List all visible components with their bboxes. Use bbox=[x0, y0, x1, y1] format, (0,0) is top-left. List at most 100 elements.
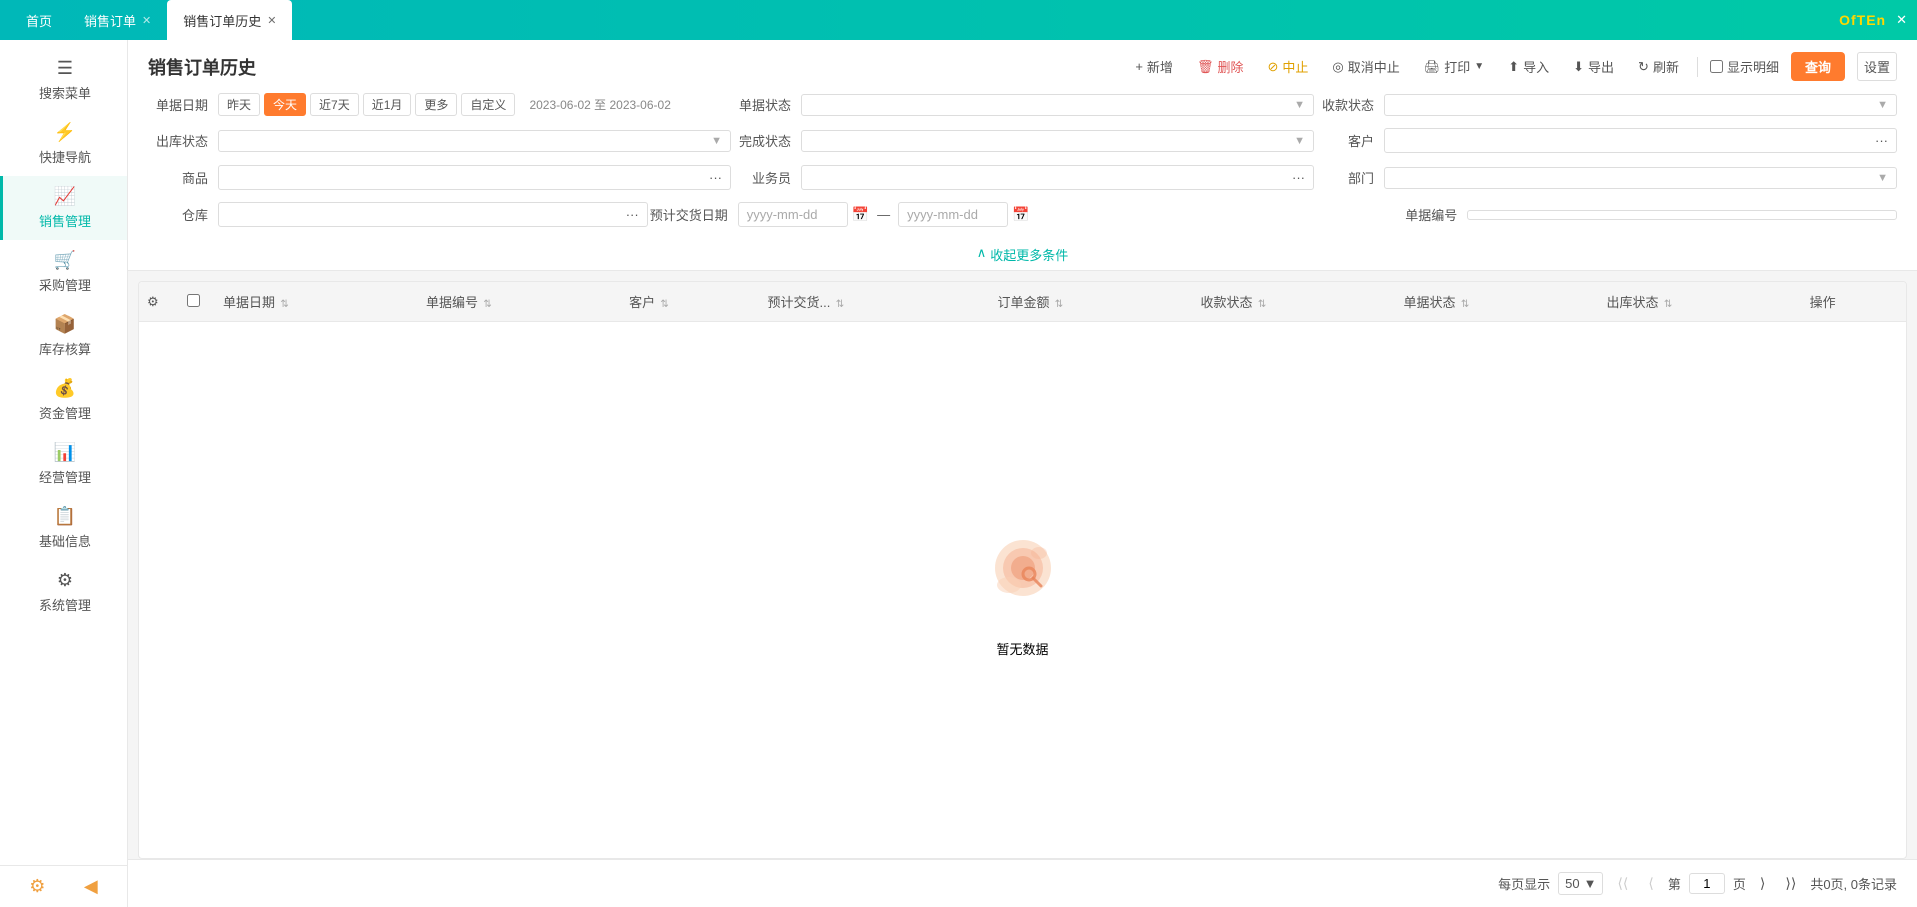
tab-home-label: 首页 bbox=[26, 11, 52, 30]
filter-row-1: 单据日期 昨天 今天 近7天 近1月 更多 自定义 2023-06-02 至 2… bbox=[148, 93, 1897, 116]
display-columns-checkbox[interactable] bbox=[1710, 60, 1723, 73]
page-suffix: 页 bbox=[1733, 874, 1746, 893]
date-btn-yesterday[interactable]: 昨天 bbox=[218, 93, 260, 116]
table-section: ⚙ 单据日期 ⇅ 单据编号 ⇅ bbox=[138, 281, 1907, 859]
collapse-sidebar-icon[interactable]: ◀ bbox=[84, 876, 98, 897]
add-button[interactable]: + 新增 bbox=[1129, 53, 1179, 80]
sidebar-item-inventory[interactable]: 📦 库存核算 bbox=[0, 304, 127, 368]
delivery-date-from-input[interactable]: yyyy-mm-dd bbox=[738, 202, 848, 227]
main-layout: ☰ 搜索菜单 ⚡ 快捷导航 📈 销售管理 🛒 采购管理 📦 库存核算 💰 资金管… bbox=[0, 40, 1917, 907]
export-button[interactable]: ⬇ 导出 bbox=[1567, 53, 1620, 80]
date-btn-1month[interactable]: 近1月 bbox=[363, 93, 412, 116]
customer-label: 客户 bbox=[1314, 131, 1384, 150]
salesperson-picker-btn[interactable]: ··· bbox=[1292, 170, 1305, 185]
col-action: 操作 bbox=[1802, 282, 1906, 322]
date-btn-custom[interactable]: 自定义 bbox=[461, 93, 515, 116]
sidebar-item-quick-nav[interactable]: ⚡ 快捷导航 bbox=[0, 112, 127, 176]
sidebar-basic-info-label: 基础信息 bbox=[39, 531, 91, 550]
sidebar-item-purchase[interactable]: 🛒 采购管理 bbox=[0, 240, 127, 304]
date-btn-today[interactable]: 今天 bbox=[264, 93, 306, 116]
tab-sales-order-history-label: 销售订单历史 bbox=[183, 11, 261, 30]
page-input[interactable] bbox=[1689, 873, 1725, 894]
col-amount-label: 订单金额 bbox=[997, 295, 1049, 310]
delivery-date-to-input[interactable]: yyyy-mm-dd bbox=[898, 202, 1008, 227]
filter-cell-warehouse: 仓库 ··· bbox=[148, 202, 648, 227]
sidebar-item-sales[interactable]: 📈 销售管理 bbox=[0, 176, 127, 240]
select-all-checkbox[interactable] bbox=[187, 294, 200, 307]
cancel-stop-button[interactable]: ◎ 取消中止 bbox=[1326, 53, 1405, 80]
page-label: 第 bbox=[1668, 874, 1681, 893]
col-out-status: 出库状态 ⇅ bbox=[1599, 282, 1802, 322]
sidebar-item-system[interactable]: ⚙ 系统管理 bbox=[0, 560, 127, 624]
basic-info-icon: 📋 bbox=[54, 506, 76, 527]
filter-section: 单据日期 昨天 今天 近7天 近1月 更多 自定义 2023-06-02 至 2… bbox=[148, 93, 1897, 270]
receipt-status-select[interactable]: ▼ bbox=[1384, 94, 1897, 116]
query-button[interactable]: 查询 bbox=[1791, 52, 1845, 81]
col-date-sort[interactable]: ⇅ bbox=[280, 299, 288, 310]
prev-page-btn[interactable]: ⟨ bbox=[1642, 872, 1659, 895]
tab-sales-order[interactable]: 销售订单 ✕ bbox=[68, 0, 167, 40]
sidebar-purchase-label: 采购管理 bbox=[39, 275, 91, 294]
last-page-btn[interactable]: ⟩⟩ bbox=[1779, 872, 1802, 895]
tab-sales-order-history-close[interactable]: ✕ bbox=[267, 14, 276, 27]
col-receipt-sort[interactable]: ⇅ bbox=[1258, 299, 1266, 310]
tab-sales-order-close[interactable]: ✕ bbox=[142, 14, 151, 27]
filter-cell-customer: 客户 ··· bbox=[1314, 128, 1897, 153]
col-bill-status-sort[interactable]: ⇅ bbox=[1461, 299, 1469, 310]
col-date: 单据日期 ⇅ bbox=[215, 282, 418, 322]
per-page-select[interactable]: 50 ▼ bbox=[1558, 872, 1603, 895]
complete-status-select[interactable]: ▼ bbox=[801, 130, 1314, 152]
sidebar-item-basic-info[interactable]: 📋 基础信息 bbox=[0, 496, 127, 560]
col-customer-sort[interactable]: ⇅ bbox=[660, 299, 668, 310]
col-customer: 客户 ⇅ bbox=[621, 282, 759, 322]
cal-icon-to[interactable]: 📅 bbox=[1012, 206, 1029, 223]
print-button[interactable]: 🖨 打印 ▼ bbox=[1418, 53, 1490, 80]
customer-picker-btn[interactable]: ··· bbox=[1875, 133, 1888, 148]
dept-label: 部门 bbox=[1314, 168, 1384, 187]
receipt-status-label: 收款状态 bbox=[1314, 95, 1384, 114]
date-btn-more[interactable]: 更多 bbox=[415, 93, 457, 116]
tab-home[interactable]: 首页 bbox=[10, 0, 68, 40]
import-button[interactable]: ⬆ 导入 bbox=[1502, 53, 1555, 80]
collapse-row[interactable]: ∧ 收起更多条件 bbox=[148, 239, 1897, 270]
settings-bottom-icon[interactable]: ⚙ bbox=[29, 876, 45, 897]
query-label: 查询 bbox=[1805, 57, 1831, 76]
tab-sales-order-history[interactable]: 销售订单历史 ✕ bbox=[167, 0, 292, 40]
filter-row-4: 仓库 ··· 预计交货日期 yyyy-mm-dd 📅 bbox=[148, 202, 1897, 227]
settings-button[interactable]: 设置 bbox=[1857, 52, 1897, 81]
date-btn-7days[interactable]: 近7天 bbox=[310, 93, 359, 116]
toolbar: + 新增 🗑 删除 ⊘ 中止 ◎ 取消中止 bbox=[1129, 52, 1897, 81]
refresh-button[interactable]: ↻ 刷新 bbox=[1632, 53, 1685, 80]
sidebar-item-operations[interactable]: 📊 经营管理 bbox=[0, 432, 127, 496]
col-out-status-sort[interactable]: ⇅ bbox=[1664, 299, 1672, 310]
col-amount-sort[interactable]: ⇅ bbox=[1055, 299, 1063, 310]
first-page-btn[interactable]: ⟨⟨ bbox=[1611, 872, 1634, 895]
print-arrow-icon: ▼ bbox=[1474, 61, 1484, 72]
sidebar-item-finance[interactable]: 💰 资金管理 bbox=[0, 368, 127, 432]
next-page-btn[interactable]: ⟩ bbox=[1754, 872, 1771, 895]
stop-icon: ⊘ bbox=[1267, 59, 1278, 75]
dept-select[interactable]: ▼ bbox=[1384, 167, 1897, 189]
col-bill-no-sort[interactable]: ⇅ bbox=[483, 299, 491, 310]
display-columns-toggle[interactable]: 显示明细 bbox=[1710, 57, 1779, 76]
filter-cell-goods: 商品 ··· bbox=[148, 165, 731, 190]
import-icon: ⬆ bbox=[1508, 59, 1519, 75]
goods-picker-btn[interactable]: ··· bbox=[709, 170, 722, 185]
settings-col-icon[interactable]: ⚙ bbox=[147, 294, 159, 309]
cal-icon-from[interactable]: 📅 bbox=[852, 206, 869, 223]
sidebar-item-search[interactable]: ☰ 搜索菜单 bbox=[0, 48, 127, 112]
bill-status-select[interactable]: ▼ bbox=[801, 94, 1314, 116]
filter-cell-bill-no: 单据编号 bbox=[1397, 205, 1897, 224]
delete-icon: 🗑 bbox=[1197, 59, 1214, 75]
col-delivery-sort[interactable]: ⇅ bbox=[836, 299, 844, 310]
per-page-arrow: ▼ bbox=[1584, 876, 1597, 891]
purchase-icon: 🛒 bbox=[54, 250, 76, 271]
bill-no-label: 单据编号 bbox=[1397, 205, 1467, 224]
stop-button[interactable]: ⊘ 中止 bbox=[1261, 53, 1314, 80]
out-status-select[interactable]: ▼ bbox=[218, 130, 731, 152]
delete-button[interactable]: 🗑 删除 bbox=[1191, 53, 1250, 80]
top-bar-close-icon[interactable]: ✕ bbox=[1896, 12, 1907, 28]
brand-label: OfTEn bbox=[1839, 12, 1886, 28]
sales-icon: 📈 bbox=[54, 186, 76, 207]
warehouse-picker-btn[interactable]: ··· bbox=[626, 207, 639, 222]
